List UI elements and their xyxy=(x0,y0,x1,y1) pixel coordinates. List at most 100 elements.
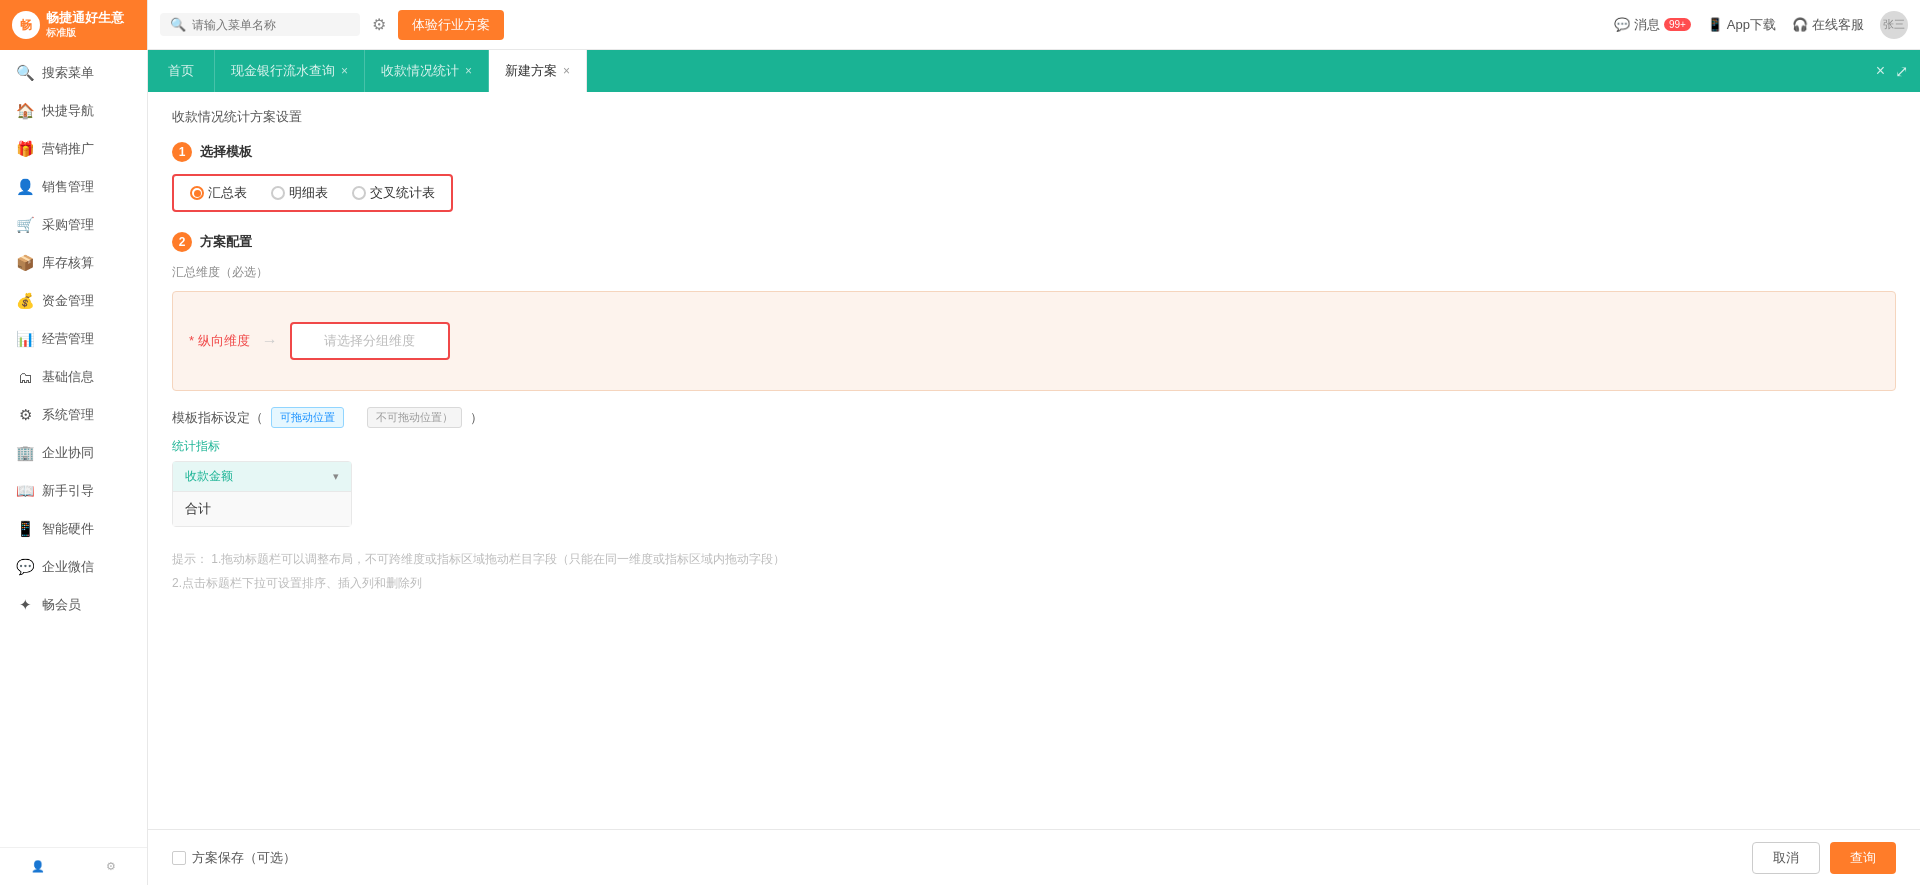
metrics-table-row-total: 合计 xyxy=(173,492,351,526)
radio-summary[interactable]: 汇总表 xyxy=(190,184,247,202)
metrics-header: 模板指标设定（ 可拖动位置 不可拖动位置） ） xyxy=(172,407,1896,428)
message-badge: 99+ xyxy=(1664,18,1691,31)
logo-text: 畅捷通好生意 标准版 xyxy=(46,10,124,40)
sidebar-logo: 畅 畅捷通好生意 标准版 xyxy=(0,0,147,50)
metrics-separator xyxy=(352,410,359,425)
sidebar-item-search-menu[interactable]: 🔍 搜索菜单 xyxy=(0,54,147,92)
step2-section: 2 方案配置 汇总维度（必选） * 纵向维度 → 请选择分组维度 xyxy=(172,232,1896,595)
tab-bank-flow[interactable]: 现金银行流水查询 × xyxy=(215,50,365,92)
stats-label: 统计指标 xyxy=(172,438,352,455)
header-actions: 💬 消息 99+ 📱 App下载 🎧 在线客服 张三 xyxy=(1614,11,1908,39)
tab-new-scheme[interactable]: 新建方案 × xyxy=(489,50,587,92)
sidebar-item-smart-hw[interactable]: 📱 智能硬件 xyxy=(0,510,147,548)
radio-summary-dot xyxy=(190,186,204,200)
guide-icon: 📖 xyxy=(16,482,34,500)
sidebar-item-wechat[interactable]: 💬 企业微信 xyxy=(0,548,147,586)
page-title: 收款情况统计方案设置 xyxy=(172,108,1896,126)
maximize-icon[interactable]: ⤢ xyxy=(1895,62,1908,81)
gear-icon[interactable]: ⚙ xyxy=(368,15,390,34)
wechat-icon: 💬 xyxy=(16,558,34,576)
sidebar-item-system[interactable]: ⚙ 系统管理 xyxy=(0,396,147,434)
hint-line-1: 提示： 1.拖动标题栏可以调整布局，不可跨维度或指标区域拖动栏目字段（只能在同一… xyxy=(172,547,1896,571)
inventory-icon: 📦 xyxy=(16,254,34,272)
dimension-select[interactable]: 请选择分组维度 xyxy=(290,322,450,360)
operations-icon: 📊 xyxy=(16,330,34,348)
search-icon: 🔍 xyxy=(170,17,186,32)
dimension-row-label: * 纵向维度 xyxy=(189,332,250,350)
hint-text: 提示： 1.拖动标题栏可以调整布局，不可跨维度或指标区域拖动栏目字段（只能在同一… xyxy=(172,547,1896,595)
sidebar-item-guide[interactable]: 📖 新手引导 xyxy=(0,472,147,510)
hint-line-2: 2.点击标题栏下拉可设置排序、插入列和删除列 xyxy=(172,571,1896,595)
metrics-table-header[interactable]: 收款金额 ▾ xyxy=(173,462,351,492)
search-bar[interactable]: 🔍 xyxy=(160,13,360,36)
sidebar-footer: 👤 ⚙ xyxy=(0,847,147,885)
dropdown-icon[interactable]: ▾ xyxy=(333,470,339,483)
save-option: 方案保存（可选） xyxy=(172,849,296,867)
sidebar-item-finance[interactable]: 💰 资金管理 xyxy=(0,282,147,320)
tab-bar: 首页 现金银行流水查询 × 收款情况统计 × 新建方案 × × ⤢ xyxy=(148,50,1920,92)
close-window-icon[interactable]: × xyxy=(1876,62,1885,80)
sidebar-item-enterprise[interactable]: 🏢 企业协同 xyxy=(0,434,147,472)
dimension-config: 汇总维度（必选） * 纵向维度 → 请选择分组维度 xyxy=(172,264,1896,391)
app-download-btn[interactable]: 📱 App下载 xyxy=(1707,16,1776,34)
step2-header: 2 方案配置 xyxy=(172,232,1896,252)
sales-icon: 👤 xyxy=(16,178,34,196)
metrics-header-text: 模板指标设定（ xyxy=(172,409,263,427)
radio-detail-dot xyxy=(271,186,285,200)
metrics-close-paren: ） xyxy=(470,409,483,427)
sidebar-item-basic-info[interactable]: 🗂 基础信息 xyxy=(0,358,147,396)
sidebar-item-quick-nav[interactable]: 🏠 快捷导航 xyxy=(0,92,147,130)
user-avatar[interactable]: 张三 xyxy=(1880,11,1908,39)
search-input[interactable] xyxy=(192,18,332,32)
dimension-row: * 纵向维度 → 请选择分组维度 xyxy=(189,322,450,360)
step1-number: 1 xyxy=(172,142,192,162)
purchase-icon: 🛒 xyxy=(16,216,34,234)
dimension-title: 汇总维度（必选） xyxy=(172,264,1896,281)
tab-receipt-stats-close[interactable]: × xyxy=(465,64,472,78)
sidebar-item-member[interactable]: ✦ 畅会员 xyxy=(0,586,147,624)
page-content: 收款情况统计方案设置 1 选择模板 汇总表 明细表 xyxy=(148,92,1920,885)
sidebar-item-sales[interactable]: 👤 销售管理 xyxy=(0,168,147,206)
cancel-button[interactable]: 取消 xyxy=(1752,842,1820,874)
sidebar-item-inventory[interactable]: 📦 库存核算 xyxy=(0,244,147,282)
step2-title: 方案配置 xyxy=(200,233,252,251)
metrics-table-area: 统计指标 收款金额 ▾ 合计 xyxy=(172,438,352,527)
radio-cross[interactable]: 交叉统计表 xyxy=(352,184,435,202)
save-checkbox[interactable] xyxy=(172,851,186,865)
quick-nav-icon: 🏠 xyxy=(16,102,34,120)
metrics-layout: 统计指标 收款金额 ▾ 合计 xyxy=(172,438,1896,527)
finance-icon: 💰 xyxy=(16,292,34,310)
basic-info-icon: 🗂 xyxy=(16,369,34,386)
online-service-btn[interactable]: 🎧 在线客服 xyxy=(1792,16,1864,34)
message-icon: 💬 xyxy=(1614,17,1630,32)
footer-user-icon: 👤 xyxy=(31,860,45,873)
search-menu-icon: 🔍 xyxy=(16,64,34,82)
sidebar-item-purchase[interactable]: 🛒 采购管理 xyxy=(0,206,147,244)
sidebar: 畅 畅捷通好生意 标准版 🔍 搜索菜单 🏠 快捷导航 🎁 营销推广 👤 销售管理… xyxy=(0,0,148,885)
radio-detail[interactable]: 明细表 xyxy=(271,184,328,202)
step1-title: 选择模板 xyxy=(200,143,252,161)
tab-bank-flow-close[interactable]: × xyxy=(341,64,348,78)
query-button[interactable]: 查询 xyxy=(1830,842,1896,874)
tab-bar-right: × ⤢ xyxy=(1864,50,1920,92)
industry-btn[interactable]: 体验行业方案 xyxy=(398,10,504,40)
sidebar-nav: 🔍 搜索菜单 🏠 快捷导航 🎁 营销推广 👤 销售管理 🛒 采购管理 📦 库存核… xyxy=(0,50,147,847)
step1-header: 1 选择模板 xyxy=(172,142,1896,162)
top-header: 🔍 ⚙ 体验行业方案 💬 消息 99+ 📱 App下载 🎧 在线客服 张三 xyxy=(148,0,1920,50)
tab-receipt-stats[interactable]: 收款情况统计 × xyxy=(365,50,489,92)
sidebar-item-marketing[interactable]: 🎁 营销推广 xyxy=(0,130,147,168)
tab-home[interactable]: 首页 xyxy=(148,50,215,92)
logo-icon: 畅 xyxy=(12,11,40,39)
marketing-icon: 🎁 xyxy=(16,140,34,158)
sidebar-item-operations[interactable]: 📊 经营管理 xyxy=(0,320,147,358)
main-area: 🔍 ⚙ 体验行业方案 💬 消息 99+ 📱 App下载 🎧 在线客服 张三 xyxy=(148,0,1920,885)
message-btn[interactable]: 💬 消息 99+ xyxy=(1614,16,1691,34)
sidebar-footer-settings[interactable]: ⚙ xyxy=(98,856,124,877)
sidebar-footer-user[interactable]: 👤 xyxy=(23,856,53,877)
metrics-config: 模板指标设定（ 可拖动位置 不可拖动位置） ） 统计指标 xyxy=(172,407,1896,595)
smart-hw-icon: 📱 xyxy=(16,520,34,538)
template-options: 汇总表 明细表 交叉统计表 xyxy=(172,174,453,212)
non-draggable-badge: 不可拖动位置） xyxy=(367,407,462,428)
footer-settings-icon: ⚙ xyxy=(106,860,116,873)
tab-new-scheme-close[interactable]: × xyxy=(563,64,570,78)
